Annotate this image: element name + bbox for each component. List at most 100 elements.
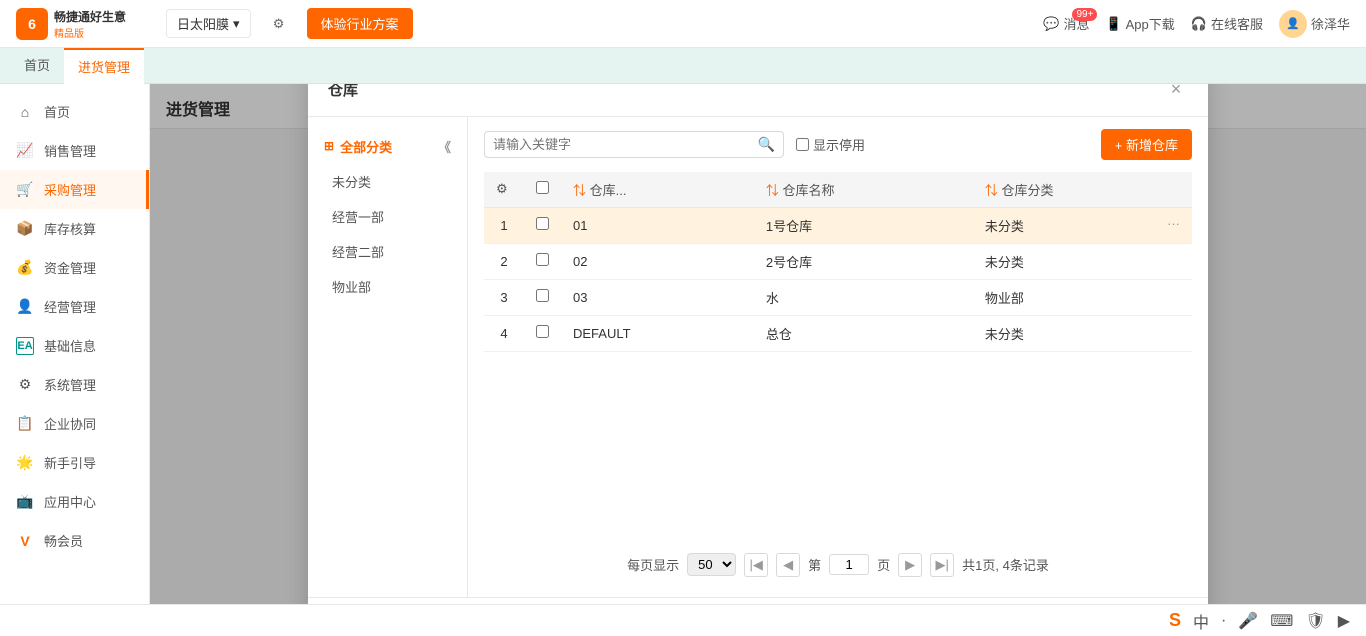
store-selector[interactable]: 日太阳膜 ▾: [166, 9, 251, 38]
settings-button[interactable]: ⚙: [263, 8, 295, 40]
add-warehouse-button[interactable]: + 新增仓库: [1101, 129, 1192, 160]
sidebar-item-basic-info[interactable]: EA 基础信息: [0, 326, 149, 365]
select-all-checkbox[interactable]: [536, 181, 549, 194]
category-item-ops2[interactable]: 经营二部: [308, 234, 467, 269]
enterprise-icon: 📋: [16, 415, 34, 433]
chevron-down-icon: ▾: [233, 16, 240, 32]
guide-icon: 🌟: [16, 454, 34, 472]
row-3-num: 3: [484, 279, 524, 315]
search-icon: 🔍: [758, 136, 775, 153]
modal-body: ⊞ 全部分类 《 未分类 经营一部 经营二部 物业部: [308, 117, 1208, 597]
table-row[interactable]: 3 03 水 物业部: [484, 279, 1192, 315]
row-2-name: 2号仓库: [754, 243, 973, 279]
table-panel: 🔍 显示停用 + 新增仓库: [468, 117, 1208, 597]
nav-bar: 首页 进货管理: [0, 48, 1366, 84]
next-page-btn[interactable]: ▶: [898, 553, 922, 577]
category-item-unclassified[interactable]: 未分类: [308, 164, 467, 199]
row-1-check: [524, 207, 561, 243]
trial-button[interactable]: 体验行业方案: [307, 8, 413, 39]
keyboard-icon[interactable]: ⌨: [1270, 611, 1293, 631]
dot-icon: ·: [1221, 612, 1226, 630]
row-2-num: 2: [484, 243, 524, 279]
th-check: [524, 172, 561, 208]
table-row[interactable]: 1 01 1号仓库 未分类 ···: [484, 207, 1192, 243]
sidebar-item-system[interactable]: ⚙ 系统管理: [0, 365, 149, 404]
per-page-select[interactable]: 50: [687, 553, 736, 576]
logo-area: 6 畅捷通好生意 精品版: [16, 8, 166, 40]
notifications-badge: 99+: [1072, 8, 1097, 21]
prev-page-btn[interactable]: ◀: [776, 553, 800, 577]
gear-icon: ⚙: [273, 16, 285, 32]
vip-icon: V: [16, 532, 34, 550]
headset-icon: 🎧: [1191, 16, 1207, 32]
search-input[interactable]: [493, 137, 758, 152]
sidebar-item-sales[interactable]: 📈 销售管理: [0, 131, 149, 170]
search-box: 🔍: [484, 131, 784, 158]
user-menu[interactable]: 👤 徐泽华: [1279, 10, 1350, 38]
category-item-property[interactable]: 物业部: [308, 269, 467, 304]
apps-icon: 📺: [16, 493, 34, 511]
last-page-btn[interactable]: ▶|: [930, 553, 954, 577]
collapse-icon[interactable]: 《: [438, 137, 451, 156]
row-4-name: 总仓: [754, 315, 973, 351]
first-page-btn[interactable]: |◀: [744, 553, 768, 577]
sidebar-item-guide[interactable]: 🌟 新手引导: [0, 443, 149, 482]
nav-tab-home[interactable]: 首页: [10, 48, 64, 84]
header-right: 💬 消息 99+ 📱 App下载 🎧 在线客服 👤 徐泽华: [1043, 10, 1350, 38]
row-1-name: 1号仓库: [754, 207, 973, 243]
th-name: ⇅ 仓库名称: [754, 172, 973, 208]
grid-icon: ⊞: [324, 139, 334, 153]
sidebar-item-finance[interactable]: 💰 资金管理: [0, 248, 149, 287]
home-icon: ⌂: [16, 103, 34, 121]
sidebar-item-apps[interactable]: 📺 应用中心: [0, 482, 149, 521]
sidebar-item-inventory[interactable]: 📦 库存核算: [0, 209, 149, 248]
header-middle: 日太阳膜 ▾ ⚙ 体验行业方案: [166, 8, 1043, 40]
inventory-icon: 📦: [16, 220, 34, 238]
phone-icon: 📱: [1105, 16, 1121, 32]
mic-icon[interactable]: 🎤: [1238, 611, 1258, 631]
row-1-more-btn[interactable]: ···: [1167, 216, 1180, 231]
customer-service-btn[interactable]: 🎧 在线客服: [1191, 14, 1263, 33]
table-row[interactable]: 4 DEFAULT 总仓 未分类: [484, 315, 1192, 351]
notifications-btn[interactable]: 💬 消息 99+: [1043, 14, 1089, 33]
table-row[interactable]: 2 02 2号仓库 未分类: [484, 243, 1192, 279]
nav-tab-purchase[interactable]: 进货管理: [64, 48, 144, 84]
sort-icon-cat: ⇅: [985, 183, 998, 198]
modal-close-button[interactable]: ×: [1164, 84, 1188, 102]
row-2-code: 02: [561, 243, 754, 279]
play-icon[interactable]: ▶: [1338, 611, 1350, 631]
main-layout: ⌂ 首页 📈 销售管理 🛒 采购管理 📦 库存核算 💰 资金管理 👤 经营管理 …: [0, 84, 1366, 636]
show-disabled-checkbox: 显示停用: [796, 135, 865, 154]
row-2-category: 未分类: [973, 243, 1192, 279]
table-scroll: ⚙ ⇅ 仓库...: [484, 172, 1192, 541]
avatar: 👤: [1279, 10, 1307, 38]
page-number-input[interactable]: [829, 554, 869, 575]
category-header: ⊞ 全部分类 《: [308, 129, 467, 164]
th-settings: ⚙: [484, 172, 524, 208]
shield-icon[interactable]: 🛡: [1305, 611, 1325, 631]
sales-icon: 📈: [16, 142, 34, 160]
operations-icon: 👤: [16, 298, 34, 316]
category-item-ops1[interactable]: 经营一部: [308, 199, 467, 234]
zh-icon[interactable]: 中: [1193, 609, 1209, 633]
warehouse-table: ⚙ ⇅ 仓库...: [484, 172, 1192, 352]
app-download-btn[interactable]: 📱 App下载: [1105, 14, 1174, 33]
sidebar-item-vip[interactable]: V 畅会员: [0, 521, 149, 560]
row-2-check: [524, 243, 561, 279]
table-body: 1 01 1号仓库 未分类 ···: [484, 207, 1192, 351]
top-header: 6 畅捷通好生意 精品版 日太阳膜 ▾ ⚙ 体验行业方案 💬 消息 99+ 📱 …: [0, 0, 1366, 48]
row-3-category: 物业部: [973, 279, 1192, 315]
row-3-name: 水: [754, 279, 973, 315]
sidebar-item-enterprise[interactable]: 📋 企业协同: [0, 404, 149, 443]
content-area: 进货管理 仓库 × ⊞ 全部分类: [150, 84, 1366, 636]
show-disabled-toggle[interactable]: [796, 138, 809, 151]
row-1-category: 未分类 ···: [973, 207, 1192, 243]
finance-icon: 💰: [16, 259, 34, 277]
th-category: ⇅ 仓库分类: [973, 172, 1192, 208]
sidebar-item-purchase[interactable]: 🛒 采购管理: [0, 170, 149, 209]
sidebar-item-home[interactable]: ⌂ 首页: [0, 92, 149, 131]
purchase-icon: 🛒: [16, 181, 34, 199]
sidebar-item-operations[interactable]: 👤 经营管理: [0, 287, 149, 326]
modal-backdrop: 仓库 × ⊞ 全部分类 《 未分类: [150, 84, 1366, 636]
sidebar: ⌂ 首页 📈 销售管理 🛒 采购管理 📦 库存核算 💰 资金管理 👤 经营管理 …: [0, 84, 150, 636]
